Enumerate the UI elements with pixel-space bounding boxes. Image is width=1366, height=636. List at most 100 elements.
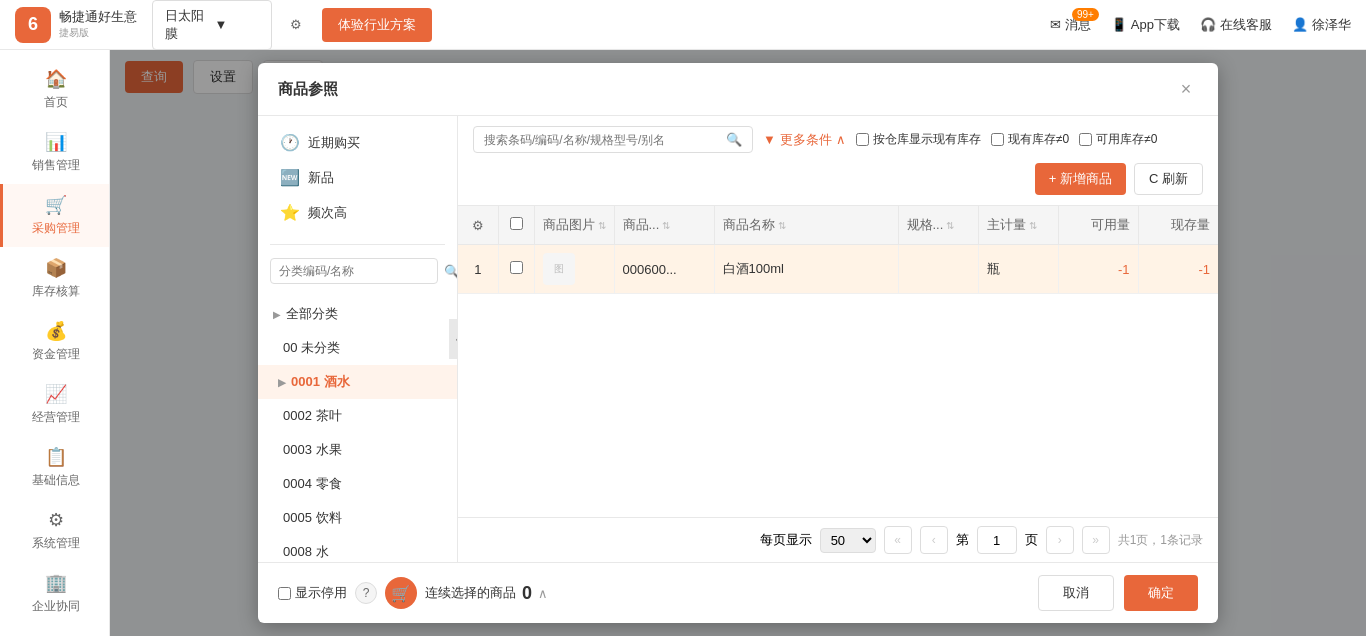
store-dropdown[interactable]: 日太阳膜 ▼ bbox=[152, 0, 272, 50]
category-item-00[interactable]: 00 未分类 bbox=[258, 331, 457, 365]
pagination-bar: 每页显示 50 10 20 100 « ‹ 第 页 bbox=[458, 517, 1218, 562]
quick-recent[interactable]: 🕐 近期购买 bbox=[270, 126, 445, 159]
modal-footer: 显示停用 ? 🛒 连续选择的商品 0 ∧ 取消 bbox=[258, 562, 1218, 623]
trial-button[interactable]: 体验行业方案 bbox=[322, 8, 432, 42]
sidebar-item-home[interactable]: 🏠 首页 bbox=[0, 58, 109, 121]
settings-icon: ⚙ bbox=[472, 218, 484, 233]
help-button[interactable]: ? bbox=[355, 582, 377, 604]
checkbox-warehouse[interactable]: 按仓库显示现有库存 bbox=[856, 131, 981, 148]
checkbox-stock-nonzero[interactable]: 现有库存≠0 bbox=[991, 131, 1069, 148]
next-page-button[interactable]: › bbox=[1046, 526, 1074, 554]
operation-icon: 📈 bbox=[45, 383, 67, 405]
category-item-0003[interactable]: 0003 水果 bbox=[258, 433, 457, 467]
product-thumbnail: 图 bbox=[543, 253, 575, 285]
search-icon: 🔍 bbox=[444, 264, 458, 279]
page-size-select[interactable]: 50 10 20 100 bbox=[820, 528, 876, 553]
row-unit: 瓶 bbox=[978, 245, 1058, 294]
row-checkbox[interactable] bbox=[510, 261, 523, 274]
action-buttons: + 新增商品 C 刷新 bbox=[1035, 163, 1203, 195]
active-arrow-icon: ▶ bbox=[278, 377, 286, 388]
app-body: 🏠 首页 📊 销售管理 🛒 采购管理 📦 库存核算 💰 资金管理 📈 经营管理 … bbox=[0, 50, 1366, 636]
category-search-input[interactable] bbox=[270, 258, 438, 284]
sort-icon-img: ⇅ bbox=[598, 220, 606, 231]
app-download-button[interactable]: 📱 App下载 bbox=[1111, 16, 1180, 34]
home-icon: 🏠 bbox=[45, 68, 67, 90]
quick-new[interactable]: 🆕 新品 bbox=[270, 161, 445, 194]
online-service-button[interactable]: 🎧 在线客服 bbox=[1200, 16, 1272, 34]
star-icon: ⭐ bbox=[280, 203, 300, 222]
sidebar: 🏠 首页 📊 销售管理 🛒 采购管理 📦 库存核算 💰 资金管理 📈 经营管理 … bbox=[0, 50, 110, 636]
category-item-0008[interactable]: 0008 水 bbox=[258, 535, 457, 562]
th-checkbox bbox=[498, 206, 534, 245]
cancel-button[interactable]: 取消 bbox=[1038, 575, 1114, 611]
modal-body: 🕐 近期购买 🆕 新品 ⭐ 频次高 bbox=[258, 116, 1218, 562]
category-item-0004[interactable]: 0004 零食 bbox=[258, 467, 457, 501]
product-search-wrap: 🔍 bbox=[473, 126, 753, 153]
selected-products-info: 连续选择的商品 0 ∧ bbox=[425, 583, 548, 604]
system-icon: ⚙ bbox=[48, 509, 64, 531]
sidebar-item-sales[interactable]: 📊 销售管理 bbox=[0, 121, 109, 184]
filter-icon: ▼ bbox=[763, 132, 776, 147]
sidebar-item-purchase[interactable]: 🛒 采购管理 bbox=[0, 184, 109, 247]
refresh-product-button[interactable]: C 刷新 bbox=[1134, 163, 1203, 195]
select-all-checkbox[interactable] bbox=[510, 217, 523, 230]
cart-icon: 🛒 bbox=[391, 584, 411, 603]
collapse-panel-button[interactable]: ‹‹ bbox=[449, 319, 458, 359]
checkbox-avail-nonzero[interactable]: 可用库存≠0 bbox=[1079, 131, 1157, 148]
th-gear: ⚙ bbox=[458, 206, 498, 245]
sidebar-item-inventory[interactable]: 📦 库存核算 bbox=[0, 247, 109, 310]
sidebar-item-system[interactable]: ⚙ 系统管理 bbox=[0, 499, 109, 562]
purchase-icon: 🛒 bbox=[45, 194, 67, 216]
user-profile-button[interactable]: 👤 徐泽华 bbox=[1292, 16, 1351, 34]
modal-overlay: 商品参照 × 🕐 近期购买 🆕 bbox=[110, 50, 1366, 636]
cart-button[interactable]: 🛒 bbox=[385, 577, 417, 609]
user-name: 徐泽华 bbox=[1312, 16, 1351, 34]
sidebar-label-finance: 资金管理 bbox=[32, 346, 80, 363]
sales-icon: 📊 bbox=[45, 131, 67, 153]
quick-frequent[interactable]: ⭐ 频次高 bbox=[270, 196, 445, 229]
sidebar-item-enterprise[interactable]: 🏢 企业协同 bbox=[0, 562, 109, 625]
show-disabled-checkbox[interactable]: 显示停用 bbox=[278, 584, 347, 602]
sidebar-label-operation: 经营管理 bbox=[32, 409, 80, 426]
page-total-info: 共1页，1条记录 bbox=[1118, 532, 1203, 549]
new-icon: 🆕 bbox=[280, 168, 300, 187]
category-search: 🔍 bbox=[258, 250, 457, 292]
quick-access: 🕐 近期购买 🆕 新品 ⭐ 频次高 bbox=[258, 116, 457, 239]
sidebar-item-finance[interactable]: 💰 资金管理 bbox=[0, 310, 109, 373]
product-search-input[interactable] bbox=[484, 133, 720, 147]
category-item-0002[interactable]: 0002 茶叶 bbox=[258, 399, 457, 433]
row-stock: -1 bbox=[1138, 245, 1218, 294]
prev-page-button[interactable]: ‹ bbox=[920, 526, 948, 554]
phone-icon: 📱 bbox=[1111, 17, 1127, 32]
sidebar-label-purchase: 采购管理 bbox=[32, 220, 80, 237]
gear-button[interactable]: ⚙ bbox=[280, 9, 312, 41]
confirm-button[interactable]: 确定 bbox=[1124, 575, 1198, 611]
category-item-all[interactable]: ▶ 全部分类 bbox=[258, 297, 457, 331]
sidebar-label-home: 首页 bbox=[44, 94, 68, 111]
page-label: 第 bbox=[956, 531, 969, 549]
category-item-0005[interactable]: 0005 饮料 bbox=[258, 501, 457, 535]
add-product-button[interactable]: + 新增商品 bbox=[1035, 163, 1126, 195]
table-header-row: ⚙ 商品图片 ⇅ bbox=[458, 206, 1218, 245]
sort-icon-spec: ⇅ bbox=[946, 220, 954, 231]
row-spec bbox=[898, 245, 978, 294]
chevron-up-icon[interactable]: ∧ bbox=[538, 586, 548, 601]
user-icon: 👤 bbox=[1292, 17, 1308, 32]
more-filter-button[interactable]: ▼ 更多条件 ∧ bbox=[763, 131, 846, 149]
logo-text: 畅捷通好生意 bbox=[59, 9, 137, 26]
sort-icon-unit: ⇅ bbox=[1029, 220, 1037, 231]
nav-right: ✉ 消息 99+ 📱 App下载 🎧 在线客服 👤 徐泽华 bbox=[1050, 16, 1351, 34]
messages-button[interactable]: ✉ 消息 99+ bbox=[1050, 16, 1091, 34]
sidebar-item-operation[interactable]: 📈 经营管理 bbox=[0, 373, 109, 436]
modal-close-button[interactable]: × bbox=[1174, 77, 1198, 101]
first-page-button[interactable]: « bbox=[884, 526, 912, 554]
page-number-input[interactable] bbox=[977, 526, 1017, 554]
category-item-0001[interactable]: ▶ 0001 酒水 bbox=[258, 365, 457, 399]
table-row[interactable]: 1 图 bbox=[458, 245, 1218, 294]
sort-icon-name: ⇅ bbox=[778, 220, 786, 231]
sidebar-label-inventory: 库存核算 bbox=[32, 283, 80, 300]
sidebar-item-basic[interactable]: 📋 基础信息 bbox=[0, 436, 109, 499]
th-code: 商品... ⇅ bbox=[614, 206, 714, 245]
sidebar-item-guide[interactable]: 📖 新手引导 bbox=[0, 625, 109, 636]
last-page-button[interactable]: » bbox=[1082, 526, 1110, 554]
